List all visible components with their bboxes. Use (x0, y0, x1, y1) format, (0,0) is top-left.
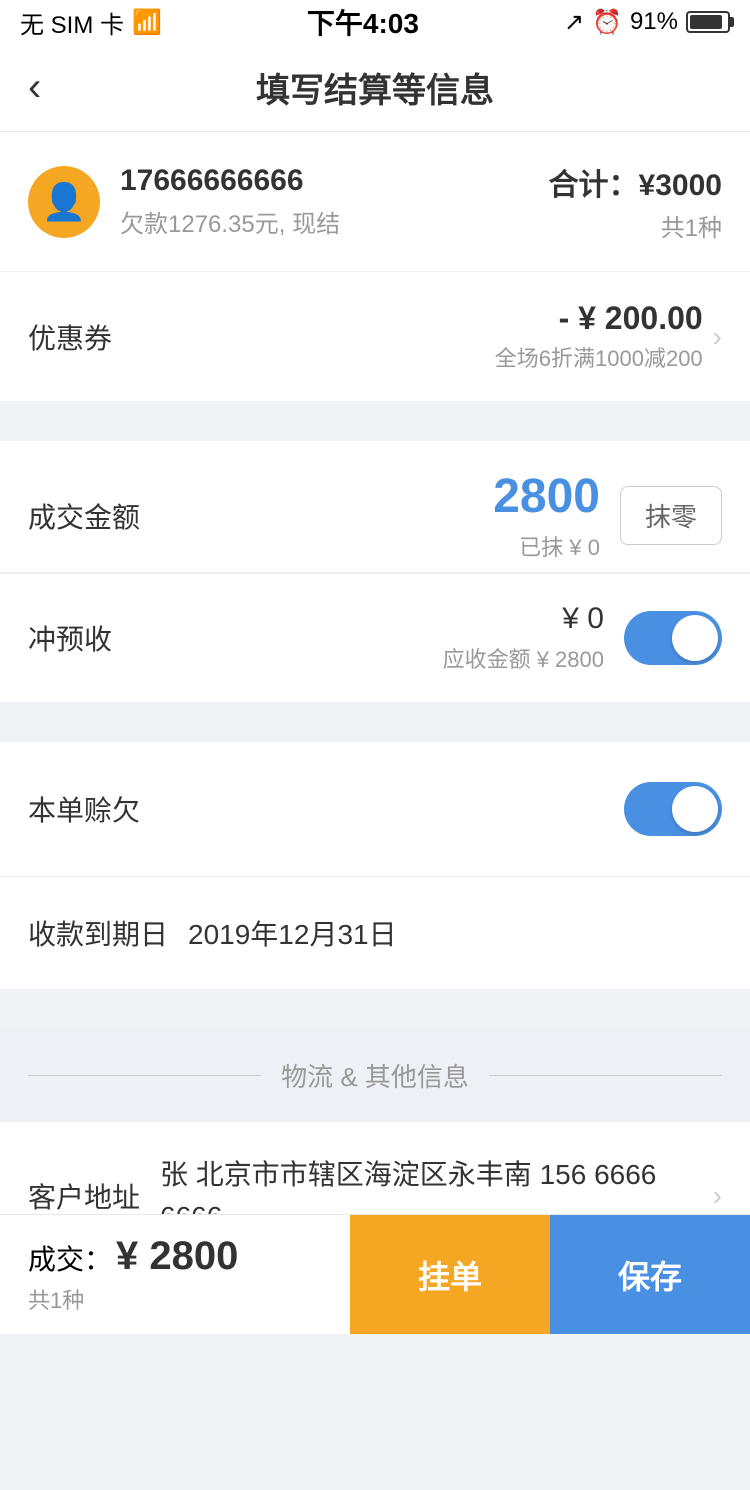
charge-label: 冲预收 (28, 618, 112, 658)
round-off-button[interactable]: 抹零 (620, 486, 722, 545)
separator-2 (0, 722, 750, 742)
user-right: 合计：¥3000 共1种 (549, 160, 722, 243)
debit-section: 本单赊欠 收款到期日 2019年12月31日 (0, 742, 750, 989)
status-right: ↗ ⏰ 91% (564, 8, 730, 37)
logistics-line-right (489, 1075, 722, 1076)
amount-section: 成交金额 2800 已抹 ¥ 0 抹零 冲预收 ¥ 0 应收金额 ¥ 2800 (0, 441, 750, 702)
bottom-summary-amount: ¥ 2800 (116, 1234, 238, 1279)
coupon-desc: 全场6折满1000减200 (495, 341, 703, 373)
toggle-circle (672, 615, 718, 661)
page-title: 填写结算等信息 (256, 63, 494, 112)
back-button[interactable]: ‹ (28, 65, 41, 110)
location-icon: ↗ (564, 8, 584, 37)
battery-percent: 91% (630, 8, 678, 36)
separator-1 (0, 421, 750, 441)
avatar-icon: 👤 (42, 181, 87, 223)
bottom-summary-label-row: 成交： ¥ 2800 (28, 1234, 322, 1279)
separator-3 (0, 1009, 750, 1029)
user-left: 👤 17666666666 欠款1276.35元, 现结 (28, 164, 340, 239)
coupon-chevron-icon: › (713, 321, 722, 353)
status-bar: 无 SIM 卡 📶 下午4:03 ↗ ⏰ 91% (0, 0, 750, 44)
debit-label: 本单赊欠 (28, 789, 140, 829)
amount-sub: 已抹 ¥ 0 (493, 530, 600, 562)
bottom-summary-label: 成交： (28, 1238, 112, 1278)
alarm-icon: ⏰ (592, 8, 622, 37)
amount-label: 成交金额 (28, 496, 140, 536)
charge-sub: 应收金额 ¥ 2800 (443, 642, 604, 674)
user-row: 👤 17666666666 欠款1276.35元, 现结 合计：¥3000 共1… (0, 132, 750, 271)
nav-bar: ‹ 填写结算等信息 (0, 44, 750, 132)
wifi-icon: 📶 (132, 8, 162, 37)
amount-row: 成交金额 2800 已抹 ¥ 0 抹零 (0, 441, 750, 573)
due-date-row: 收款到期日 2019年12月31日 (0, 876, 750, 989)
coupon-row[interactable]: 优惠券 - ¥ 200.00 全场6折满1000减200 › (0, 271, 750, 401)
debit-row: 本单赊欠 (0, 742, 750, 876)
due-date-value: 2019年12月31日 (188, 913, 397, 953)
amount-right-text: 2800 已抹 ¥ 0 (493, 469, 600, 562)
carrier-text: 无 SIM 卡 (20, 5, 124, 40)
coupon-right-text: - ¥ 200.00 全场6折满1000减200 (495, 300, 703, 373)
coupon-right: - ¥ 200.00 全场6折满1000减200 › (495, 300, 722, 373)
address-chevron-icon: › (713, 1180, 722, 1212)
logistics-title: 物流 & 其他信息 (281, 1057, 469, 1094)
logistics-line-left (28, 1075, 261, 1076)
charge-right: ¥ 0 应收金额 ¥ 2800 (443, 602, 722, 674)
charge-amount: ¥ 0 (443, 602, 604, 636)
hold-button[interactable]: 挂单 (350, 1215, 550, 1334)
logistics-header: 物流 & 其他信息 (0, 1029, 750, 1122)
charge-amount-block: ¥ 0 应收金额 ¥ 2800 (443, 602, 604, 674)
debit-toggle[interactable] (624, 782, 722, 836)
bottom-bar: 成交： ¥ 2800 共1种 挂单 保存 (0, 1214, 750, 1334)
bottom-summary-count: 共1种 (28, 1283, 322, 1315)
amount-right: 2800 已抹 ¥ 0 抹零 (493, 469, 722, 562)
coupon-label: 优惠券 (28, 317, 112, 357)
time-display: 下午4:03 (307, 2, 419, 42)
due-date-label: 收款到期日 (28, 913, 168, 953)
address-label: 客户地址 (28, 1176, 140, 1216)
user-phone: 17666666666 (120, 164, 340, 198)
user-info: 17666666666 欠款1276.35元, 现结 (120, 164, 340, 239)
avatar: 👤 (28, 166, 100, 238)
battery-icon (686, 11, 730, 33)
save-button[interactable]: 保存 (550, 1215, 750, 1334)
debit-toggle-circle (672, 786, 718, 832)
bottom-summary: 成交： ¥ 2800 共1种 (0, 1215, 350, 1334)
total-count: 共1种 (549, 208, 722, 243)
total-amount: 合计：¥3000 (549, 160, 722, 204)
charge-row: 冲预收 ¥ 0 应收金额 ¥ 2800 (0, 573, 750, 702)
amount-value: 2800 (493, 469, 600, 524)
user-section: 👤 17666666666 欠款1276.35元, 现结 合计：¥3000 共1… (0, 132, 750, 401)
coupon-amount: - ¥ 200.00 (495, 300, 703, 337)
status-left: 无 SIM 卡 📶 (20, 5, 162, 40)
user-debt: 欠款1276.35元, 现结 (120, 204, 340, 239)
charge-toggle[interactable] (624, 611, 722, 665)
